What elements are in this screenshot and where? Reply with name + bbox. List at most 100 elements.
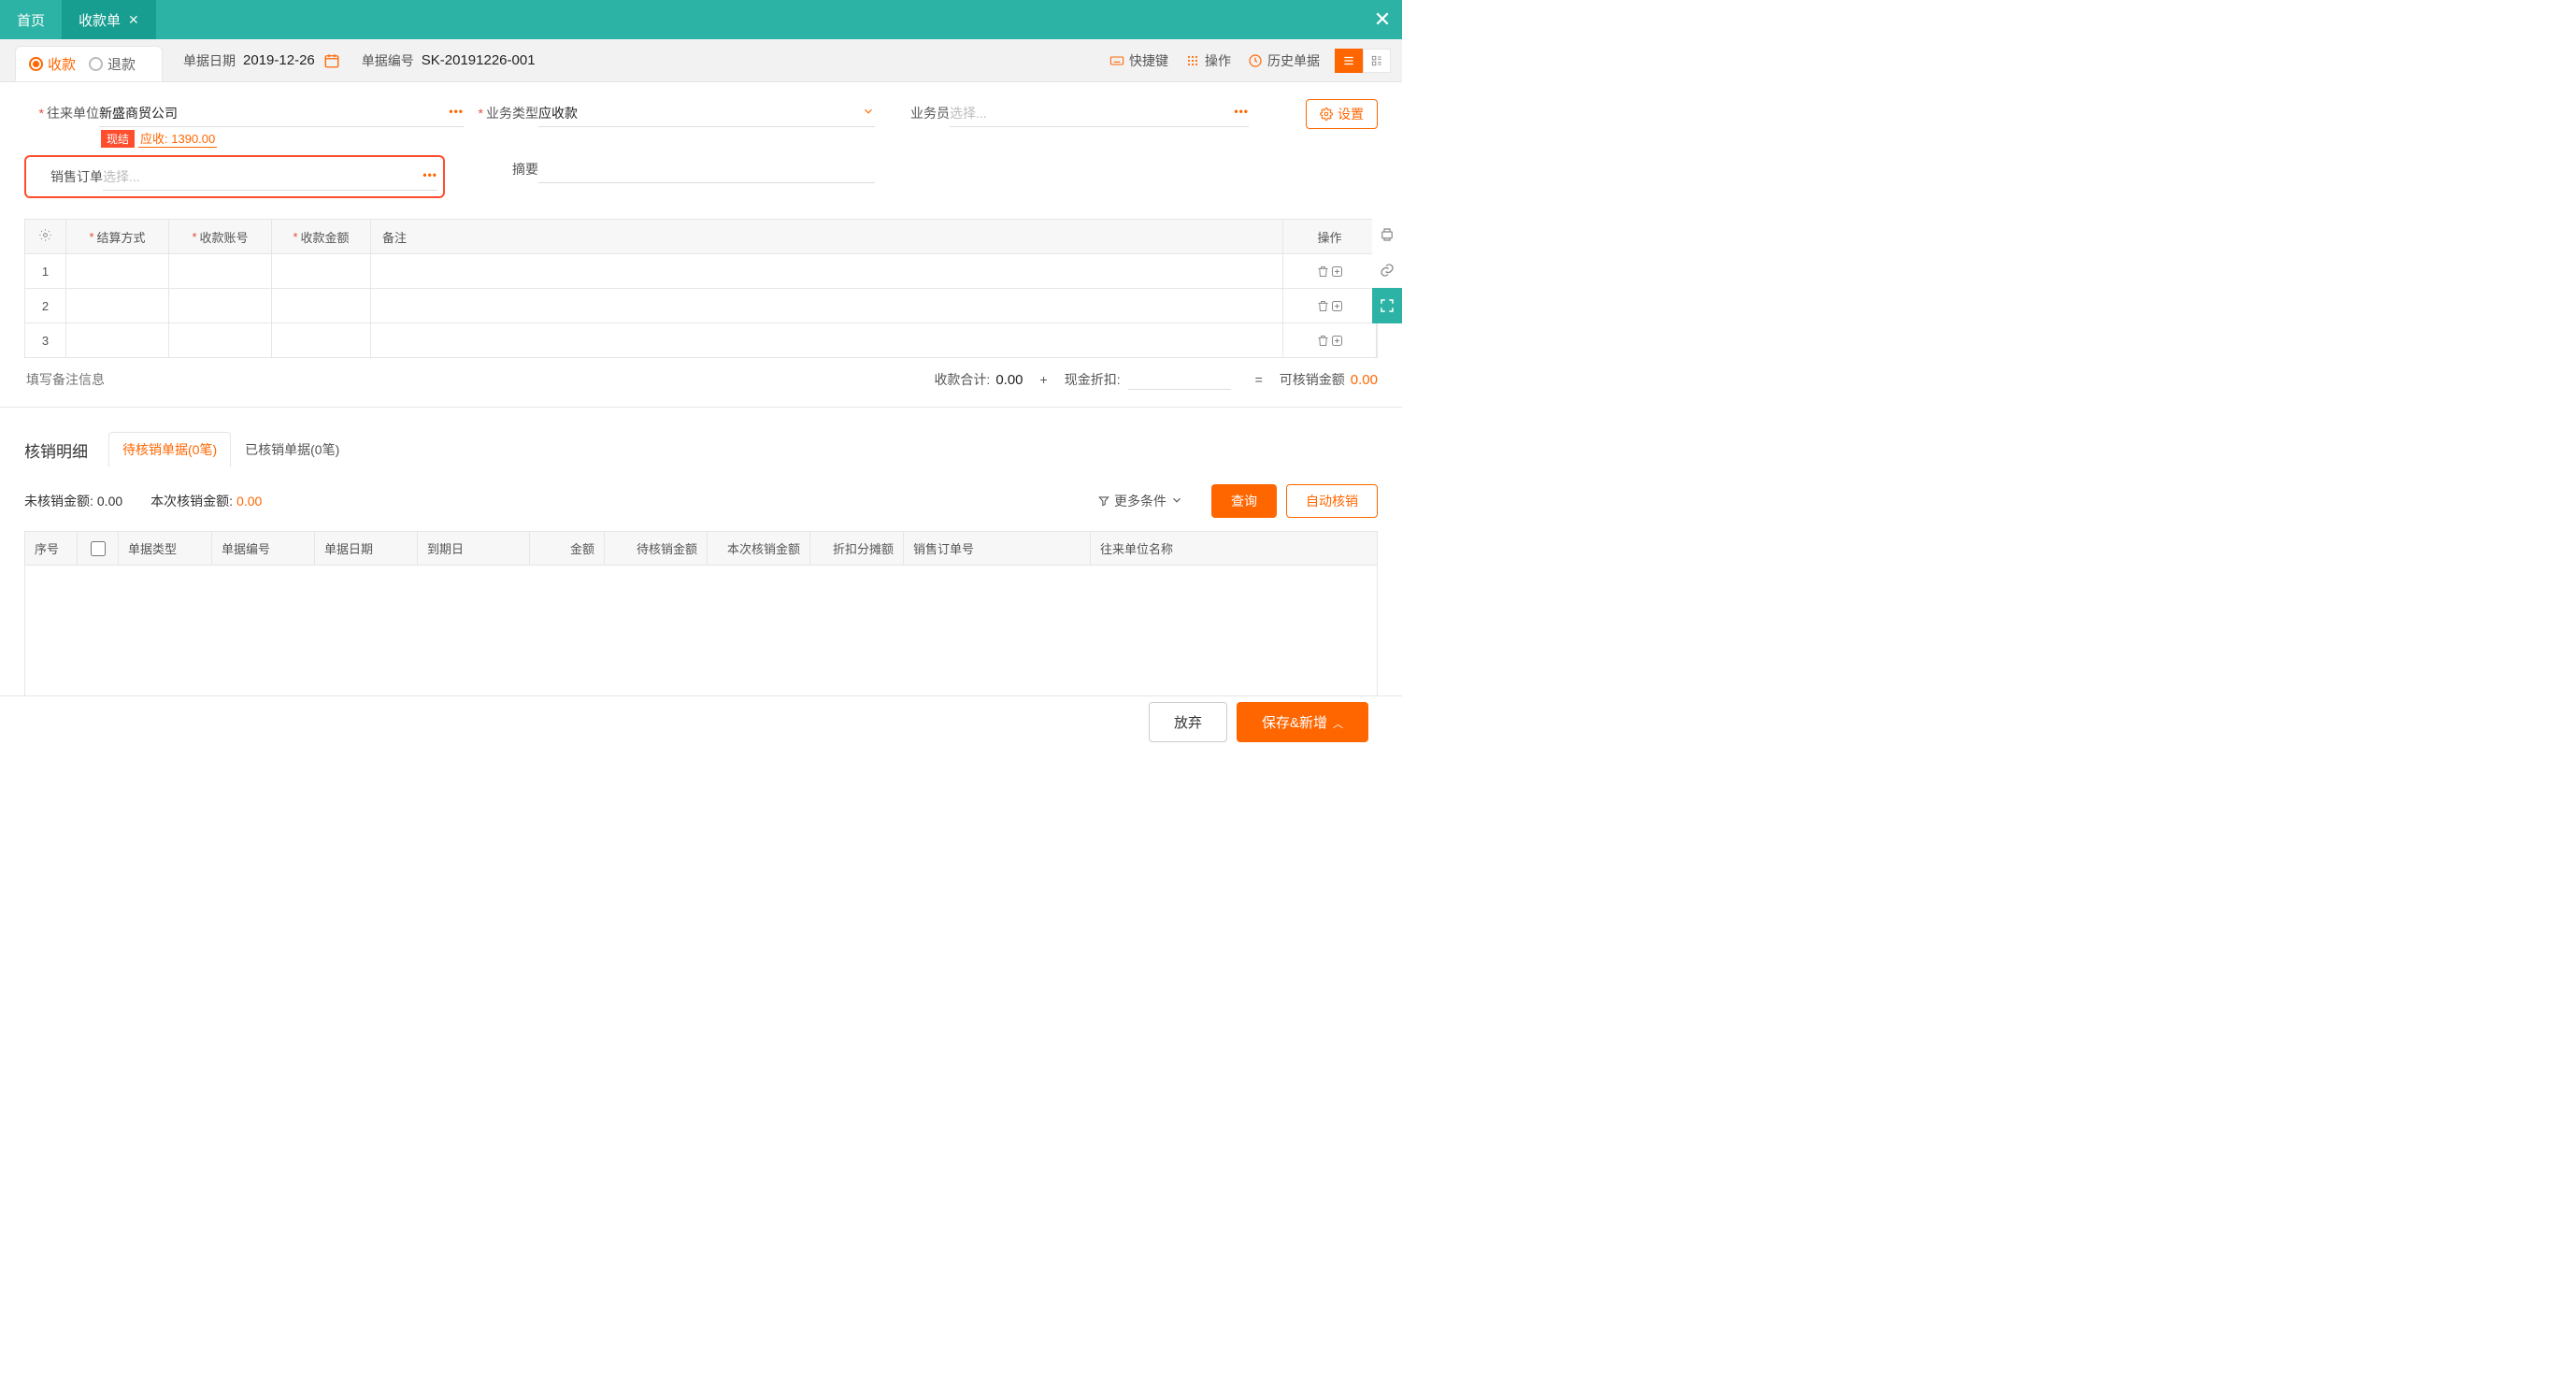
col-memo: 备注 <box>382 228 407 246</box>
trash-icon[interactable] <box>1316 265 1330 279</box>
tab-receipt-label: 收款单 <box>79 10 121 30</box>
rail-print-icon[interactable] <box>1372 217 1402 252</box>
cell-memo[interactable] <box>371 323 1283 357</box>
equals-symbol: = <box>1255 372 1263 387</box>
vcol-no: 单据编号 <box>222 542 270 556</box>
table-row[interactable]: 1 <box>25 254 1377 289</box>
receivable-value: 1390.00 <box>171 132 215 146</box>
filter-icon <box>1097 494 1110 508</box>
col-method: 结算方式 <box>97 228 146 246</box>
tab-done[interactable]: 已核销单据(0笔) <box>231 432 353 467</box>
ellipsis-icon[interactable]: ••• <box>449 105 464 118</box>
gear-icon[interactable] <box>38 228 52 245</box>
window-close-icon[interactable]: ✕ <box>1363 0 1402 39</box>
ellipsis-icon[interactable]: ••• <box>1234 105 1249 118</box>
tab-pending[interactable]: 待核销单据(0笔) <box>108 432 231 467</box>
shortcut-button[interactable]: 快捷键 <box>1109 51 1168 70</box>
doc-date-label: 单据日期 <box>183 51 236 70</box>
shortcut-label: 快捷键 <box>1129 51 1168 70</box>
writeoff-value: 0.00 <box>1351 372 1378 388</box>
auto-writeoff-button[interactable]: 自动核销 <box>1286 484 1378 518</box>
cell-account[interactable] <box>169 289 272 322</box>
cell-memo[interactable] <box>371 254 1283 288</box>
note-input[interactable] <box>24 371 917 388</box>
table-row[interactable]: 2 <box>25 289 1377 323</box>
add-row-icon[interactable] <box>1330 334 1344 348</box>
trash-icon[interactable] <box>1316 299 1330 313</box>
radio-receive-label: 收款 <box>48 54 76 74</box>
form-area: *往来单位 新盛商贸公司 ••• 现结 应收: 1390.00 *业务类型 <box>0 82 1402 211</box>
cell-method[interactable] <box>66 323 169 357</box>
salesorder-select[interactable]: 选择... ••• <box>103 163 437 191</box>
history-button[interactable]: 历史单据 <box>1248 51 1320 70</box>
salesman-select[interactable]: 选择... ••• <box>950 99 1249 127</box>
summary-input[interactable] <box>538 155 875 183</box>
vcol-amount: 金额 <box>570 542 594 556</box>
cell-amount[interactable] <box>272 289 371 322</box>
rail-expand-icon[interactable] <box>1372 288 1402 323</box>
settings-button[interactable]: 设置 <box>1306 99 1378 129</box>
history-icon <box>1248 53 1263 68</box>
calendar-icon[interactable] <box>322 51 341 70</box>
vcol-company: 往来单位名称 <box>1100 542 1173 556</box>
col-account: 收款账号 <box>200 228 249 246</box>
company-input[interactable]: 新盛商贸公司 ••• <box>99 99 464 127</box>
company-value: 新盛商贸公司 <box>99 104 178 122</box>
cell-memo[interactable] <box>371 289 1283 322</box>
tab-home[interactable]: 首页 <box>0 0 62 39</box>
vcol-type: 单据类型 <box>128 542 177 556</box>
cell-method[interactable] <box>66 289 169 322</box>
table-row[interactable]: 3 <box>25 323 1377 358</box>
cell-account[interactable] <box>169 323 272 357</box>
mode-tabs: 收款 退款 <box>15 46 163 81</box>
summary-row: 收款合计: 0.00 + 现金折扣: = 可核销金额 0.00 <box>0 358 1402 408</box>
cell-amount[interactable] <box>272 254 371 288</box>
total-label: 收款合计: <box>934 370 990 389</box>
tab-home-label: 首页 <box>17 10 45 30</box>
top-tab-bar: 首页 收款单 ✕ ✕ <box>0 0 1402 39</box>
add-row-icon[interactable] <box>1330 265 1344 279</box>
view-list-icon[interactable] <box>1335 49 1363 73</box>
doc-no-label: 单据编号 <box>362 51 414 70</box>
close-icon[interactable]: ✕ <box>128 12 139 28</box>
add-row-icon[interactable] <box>1330 299 1344 313</box>
total-value: 0.00 <box>995 372 1023 388</box>
discount-label: 现金折扣: <box>1065 370 1121 389</box>
doc-no-value: SK-20191226-001 <box>422 52 536 68</box>
operate-button[interactable]: 操作 <box>1185 51 1231 70</box>
biztype-label: 业务类型 <box>486 106 538 121</box>
rail-link-icon[interactable] <box>1372 252 1402 288</box>
verify-table: 序号 单据类型 单据编号 单据日期 到期日 金额 待核销金额 本次核销金额 折扣… <box>24 531 1378 566</box>
unwrite-value: 0.00 <box>97 494 122 509</box>
discard-button[interactable]: 放弃 <box>1149 702 1227 742</box>
unwrite-label: 未核销金额: <box>24 492 93 510</box>
ellipsis-icon[interactable]: ••• <box>422 168 437 181</box>
this-label: 本次核销金额: <box>150 492 233 510</box>
view-detail-icon[interactable] <box>1363 49 1391 73</box>
salesorder-placeholder: 选择... <box>103 167 140 186</box>
radio-refund-label: 退款 <box>107 54 136 74</box>
select-all-checkbox[interactable] <box>91 541 106 556</box>
col-ops: 操作 <box>1317 228 1341 246</box>
field-doc-date: 单据日期 2019-12-26 <box>183 51 341 70</box>
cell-amount[interactable] <box>272 323 371 357</box>
grid-icon <box>1185 53 1200 68</box>
doc-date-value[interactable]: 2019-12-26 <box>243 52 315 68</box>
right-rail <box>1372 217 1402 323</box>
summary-label: 摘要 <box>512 162 538 177</box>
vcol-this: 本次核销金额 <box>727 542 800 556</box>
cell-method[interactable] <box>66 254 169 288</box>
company-label: 往来单位 <box>47 106 99 121</box>
radio-receive[interactable]: 收款 <box>29 54 76 74</box>
trash-icon[interactable] <box>1316 334 1330 348</box>
query-button[interactable]: 查询 <box>1211 484 1277 518</box>
tab-receipt[interactable]: 收款单 ✕ <box>62 0 156 39</box>
biztype-select[interactable]: 应收款 <box>538 99 875 127</box>
more-conditions-button[interactable]: 更多条件 <box>1097 492 1187 510</box>
verification-section: 核销明细 待核销单据(0笔) 已核销单据(0笔) 未核销金额: 0.00 本次核… <box>0 419 1402 724</box>
cell-account[interactable] <box>169 254 272 288</box>
discount-input[interactable] <box>1128 369 1231 390</box>
radio-refund[interactable]: 退款 <box>89 54 136 74</box>
col-amount: 收款金额 <box>301 228 350 246</box>
save-and-new-button[interactable]: 保存&新增︿ <box>1237 702 1368 742</box>
